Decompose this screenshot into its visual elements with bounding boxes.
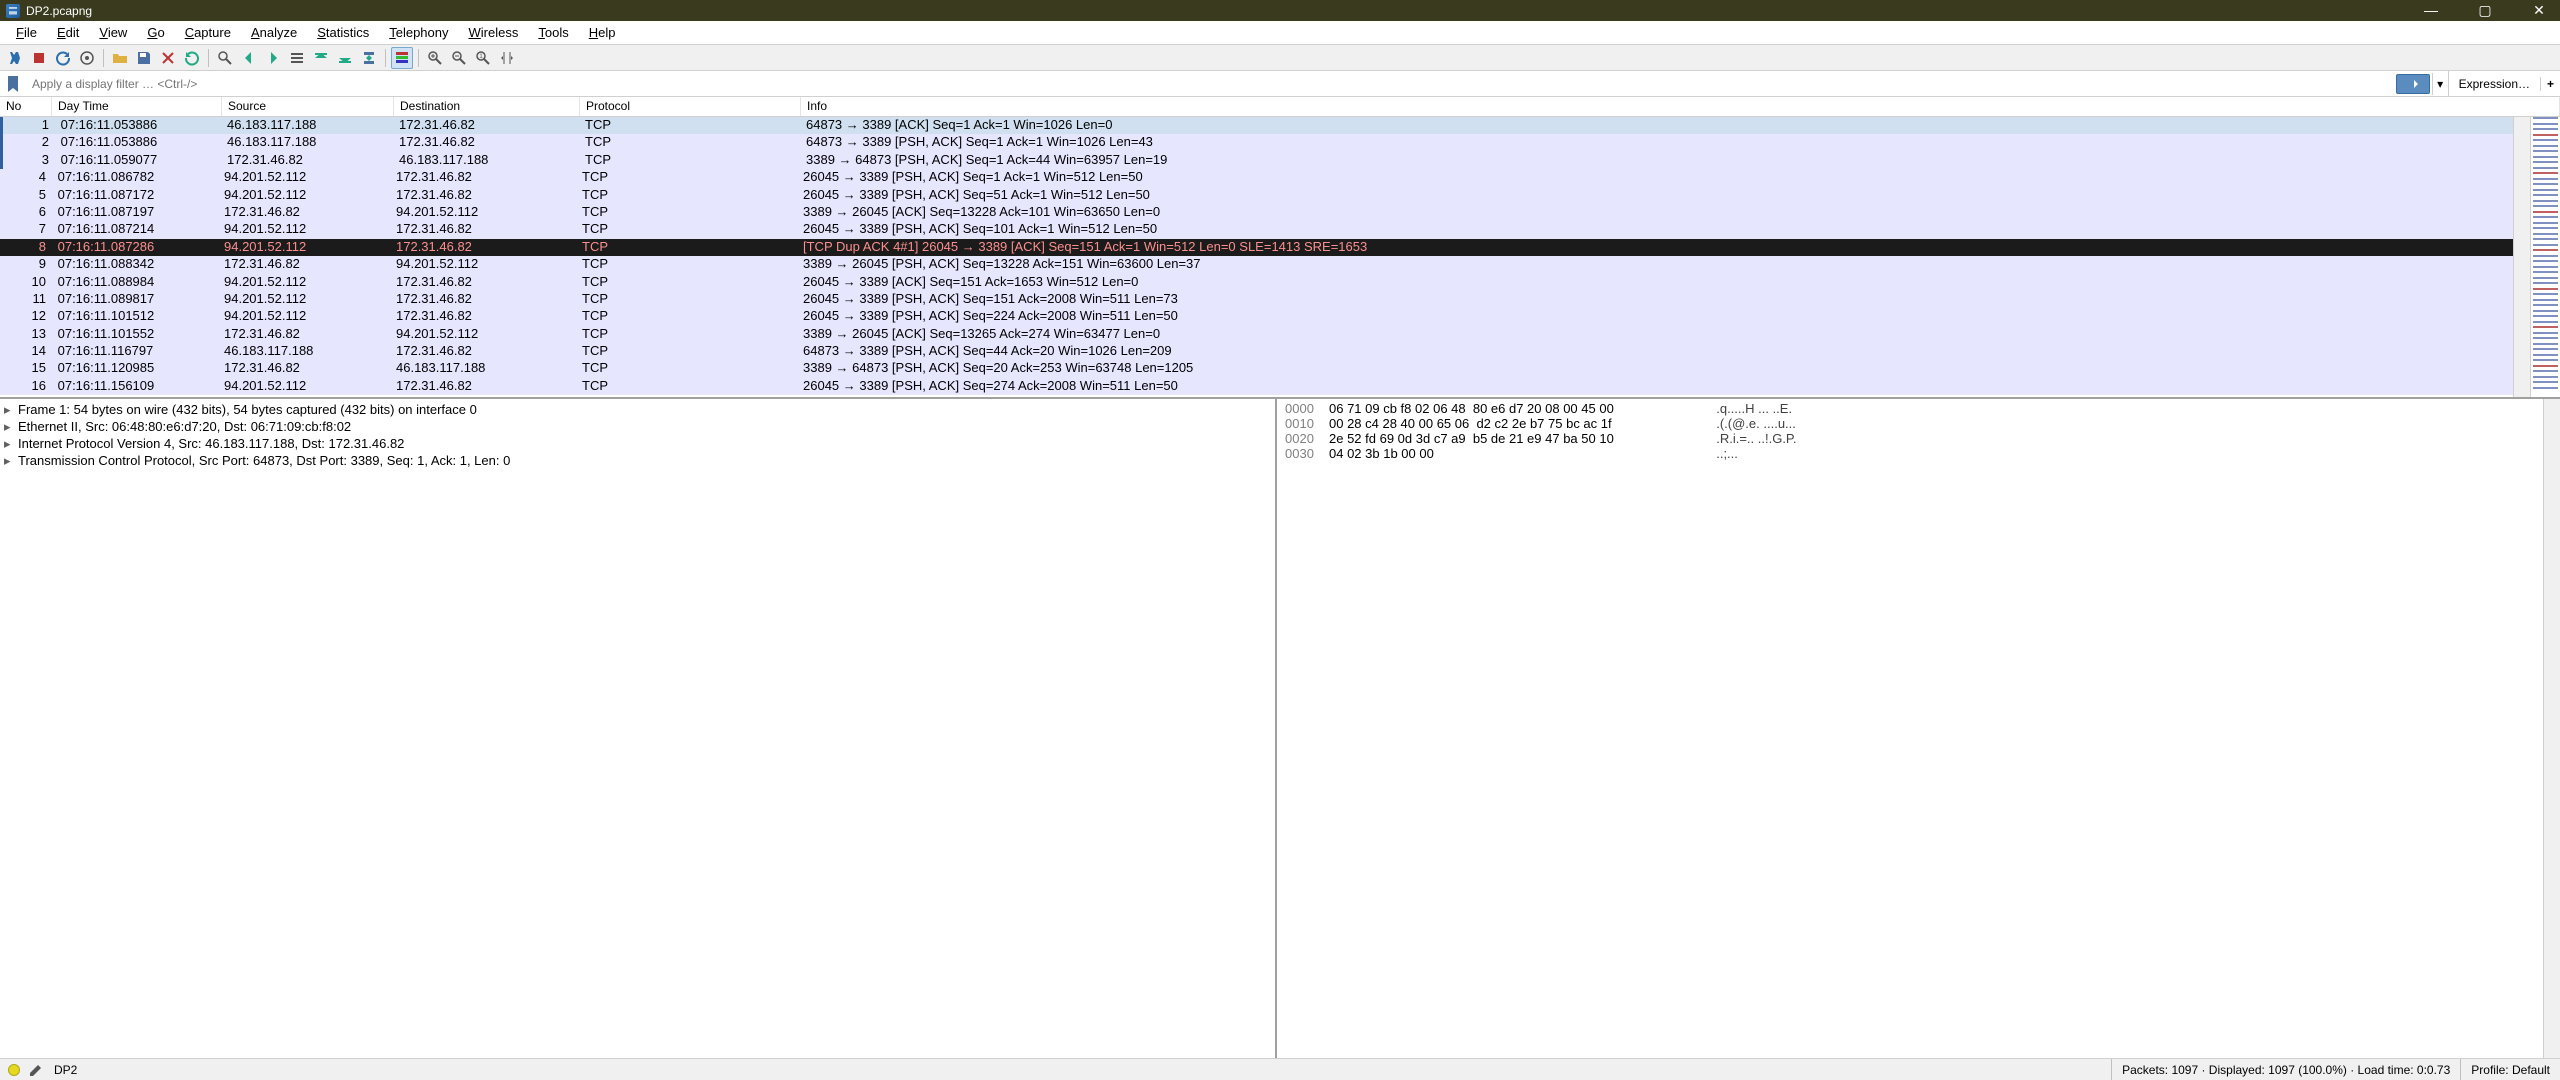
expand-caret-icon[interactable]: ▸ xyxy=(4,453,18,469)
hex-row[interactable]: 001000 28 c4 28 40 00 65 06 d2 c2 2e b7 … xyxy=(1285,416,2552,431)
packet-row[interactable]: 13 07:16:11.101552172.31.46.8294.201.52.… xyxy=(0,326,2513,343)
menu-wireless[interactable]: Wireless xyxy=(459,23,529,42)
status-bar: DP2 Packets: 1097 · Displayed: 1097 (100… xyxy=(0,1058,2560,1080)
edit-capture-icon[interactable] xyxy=(28,1062,44,1078)
menu-file[interactable]: File xyxy=(6,23,47,42)
filter-bar: ▾ Expression… + xyxy=(0,71,2560,97)
packet-row[interactable]: 2 07:16:11.05388646.183.117.188172.31.46… xyxy=(0,134,2513,151)
display-filter-input[interactable] xyxy=(26,73,2394,95)
menu-tools[interactable]: Tools xyxy=(528,23,578,42)
zoom-in-icon[interactable] xyxy=(424,47,446,69)
hex-row[interactable]: 003004 02 3b 1b 00 00 ..;... xyxy=(1285,446,2552,461)
packet-row[interactable]: 3 07:16:11.059077172.31.46.8246.183.117.… xyxy=(0,152,2513,169)
hex-scrollbar[interactable] xyxy=(2543,399,2560,1058)
menu-help[interactable]: Help xyxy=(579,23,626,42)
packet-minimap[interactable] xyxy=(2530,117,2560,397)
menu-edit[interactable]: Edit xyxy=(47,23,89,42)
go-last-icon[interactable] xyxy=(334,47,356,69)
zoom-reset-icon[interactable]: 1 xyxy=(472,47,494,69)
tree-item[interactable]: ▸Ethernet II, Src: 06:48:80:e6:d7:20, Ds… xyxy=(4,418,1271,435)
expression-button[interactable]: Expression… xyxy=(2448,71,2540,96)
close-file-icon[interactable] xyxy=(157,47,179,69)
start-capture-icon[interactable] xyxy=(4,47,26,69)
packet-row[interactable]: 12 07:16:11.10151294.201.52.112172.31.46… xyxy=(0,308,2513,325)
filter-history-dropdown[interactable]: ▾ xyxy=(2432,73,2448,95)
expert-info-icon[interactable] xyxy=(8,1064,20,1076)
packet-row[interactable]: 16 07:16:11.15610994.201.52.112172.31.46… xyxy=(0,378,2513,395)
auto-scroll-icon[interactable] xyxy=(358,47,380,69)
tree-item[interactable]: ▸Internet Protocol Version 4, Src: 46.18… xyxy=(4,435,1271,452)
titlebar[interactable]: DP2.pcapng — ▢ ✕ xyxy=(0,0,2560,21)
tree-item[interactable]: ▸Frame 1: 54 bytes on wire (432 bits), 5… xyxy=(4,401,1271,418)
packet-row[interactable]: 5 07:16:11.08717294.201.52.112172.31.46.… xyxy=(0,187,2513,204)
packet-row[interactable]: 14 07:16:11.11679746.183.117.188172.31.4… xyxy=(0,343,2513,360)
col-source[interactable]: Source xyxy=(222,97,394,116)
menu-go[interactable]: Go xyxy=(137,23,174,42)
packet-row[interactable]: 4 07:16:11.08678294.201.52.112172.31.46.… xyxy=(0,169,2513,186)
packet-list[interactable]: 1 07:16:11.05388646.183.117.188172.31.46… xyxy=(0,117,2560,397)
menu-telephony[interactable]: Telephony xyxy=(379,23,458,42)
status-packets: Packets: 1097 · Displayed: 1097 (100.0%)… xyxy=(2111,1059,2460,1080)
colorize-icon[interactable] xyxy=(391,47,413,69)
stop-capture-icon[interactable] xyxy=(28,47,50,69)
apply-filter-button[interactable] xyxy=(2396,74,2430,94)
packet-bytes-pane[interactable]: 000006 71 09 cb f8 02 06 48 80 e6 d7 20 … xyxy=(1277,399,2560,1058)
find-packet-icon[interactable] xyxy=(214,47,236,69)
go-back-icon[interactable] xyxy=(238,47,260,69)
restart-capture-icon[interactable] xyxy=(52,47,74,69)
expand-caret-icon[interactable]: ▸ xyxy=(4,436,18,452)
window-title: DP2.pcapng xyxy=(26,4,92,18)
packet-list-header: No Day Time Source Destination Protocol … xyxy=(0,97,2560,117)
hex-row[interactable]: 00202e 52 fd 69 0d 3d c7 a9 b5 de 21 e9 … xyxy=(1285,431,2552,446)
reload-file-icon[interactable] xyxy=(181,47,203,69)
status-profile[interactable]: Profile: Default xyxy=(2460,1059,2560,1080)
resize-columns-icon[interactable] xyxy=(496,47,518,69)
packet-row[interactable]: 8 07:16:11.08728694.201.52.112172.31.46.… xyxy=(0,239,2513,256)
minimize-button[interactable]: — xyxy=(2416,2,2446,19)
packet-details-pane[interactable]: ▸Frame 1: 54 bytes on wire (432 bits), 5… xyxy=(0,399,1277,1058)
capture-options-icon[interactable] xyxy=(76,47,98,69)
expand-caret-icon[interactable]: ▸ xyxy=(4,402,18,418)
menu-capture[interactable]: Capture xyxy=(175,23,241,42)
col-info[interactable]: Info xyxy=(801,97,2560,116)
col-time[interactable]: Day Time xyxy=(52,97,222,116)
go-forward-icon[interactable] xyxy=(262,47,284,69)
menu-analyze[interactable]: Analyze xyxy=(241,23,307,42)
bookmark-icon[interactable] xyxy=(2,73,24,95)
packet-row[interactable]: 7 07:16:11.08721494.201.52.112172.31.46.… xyxy=(0,221,2513,238)
open-file-icon[interactable] xyxy=(109,47,131,69)
zoom-out-icon[interactable] xyxy=(448,47,470,69)
menu-view[interactable]: View xyxy=(89,23,137,42)
menu-statistics[interactable]: Statistics xyxy=(307,23,379,42)
packet-row[interactable]: 11 07:16:11.08981794.201.52.112172.31.46… xyxy=(0,291,2513,308)
save-file-icon[interactable] xyxy=(133,47,155,69)
col-dest[interactable]: Destination xyxy=(394,97,580,116)
packet-row[interactable]: 10 07:16:11.08898494.201.52.112172.31.46… xyxy=(0,274,2513,291)
expand-caret-icon[interactable]: ▸ xyxy=(4,419,18,435)
go-first-icon[interactable] xyxy=(310,47,332,69)
packet-list-scrollbar[interactable] xyxy=(2513,117,2530,397)
hex-row[interactable]: 000006 71 09 cb f8 02 06 48 80 e6 d7 20 … xyxy=(1285,401,2552,416)
go-to-packet-icon[interactable] xyxy=(286,47,308,69)
add-filter-button[interactable]: + xyxy=(2540,77,2560,91)
menubar: FileEditViewGoCaptureAnalyzeStatisticsTe… xyxy=(0,21,2560,45)
packet-row[interactable]: 6 07:16:11.087197172.31.46.8294.201.52.1… xyxy=(0,204,2513,221)
app-icon xyxy=(6,4,20,18)
status-file: DP2 xyxy=(54,1063,77,1077)
col-proto[interactable]: Protocol xyxy=(580,97,801,116)
packet-row[interactable]: 15 07:16:11.120985172.31.46.8246.183.117… xyxy=(0,360,2513,377)
col-no[interactable]: No xyxy=(0,97,52,116)
toolbar: 1 xyxy=(0,45,2560,71)
tree-item[interactable]: ▸Transmission Control Protocol, Src Port… xyxy=(4,452,1271,469)
maximize-button[interactable]: ▢ xyxy=(2470,2,2500,19)
packet-row[interactable]: 1 07:16:11.05388646.183.117.188172.31.46… xyxy=(0,117,2513,134)
close-button[interactable]: ✕ xyxy=(2524,2,2554,19)
packet-row[interactable]: 9 07:16:11.088342172.31.46.8294.201.52.1… xyxy=(0,256,2513,273)
